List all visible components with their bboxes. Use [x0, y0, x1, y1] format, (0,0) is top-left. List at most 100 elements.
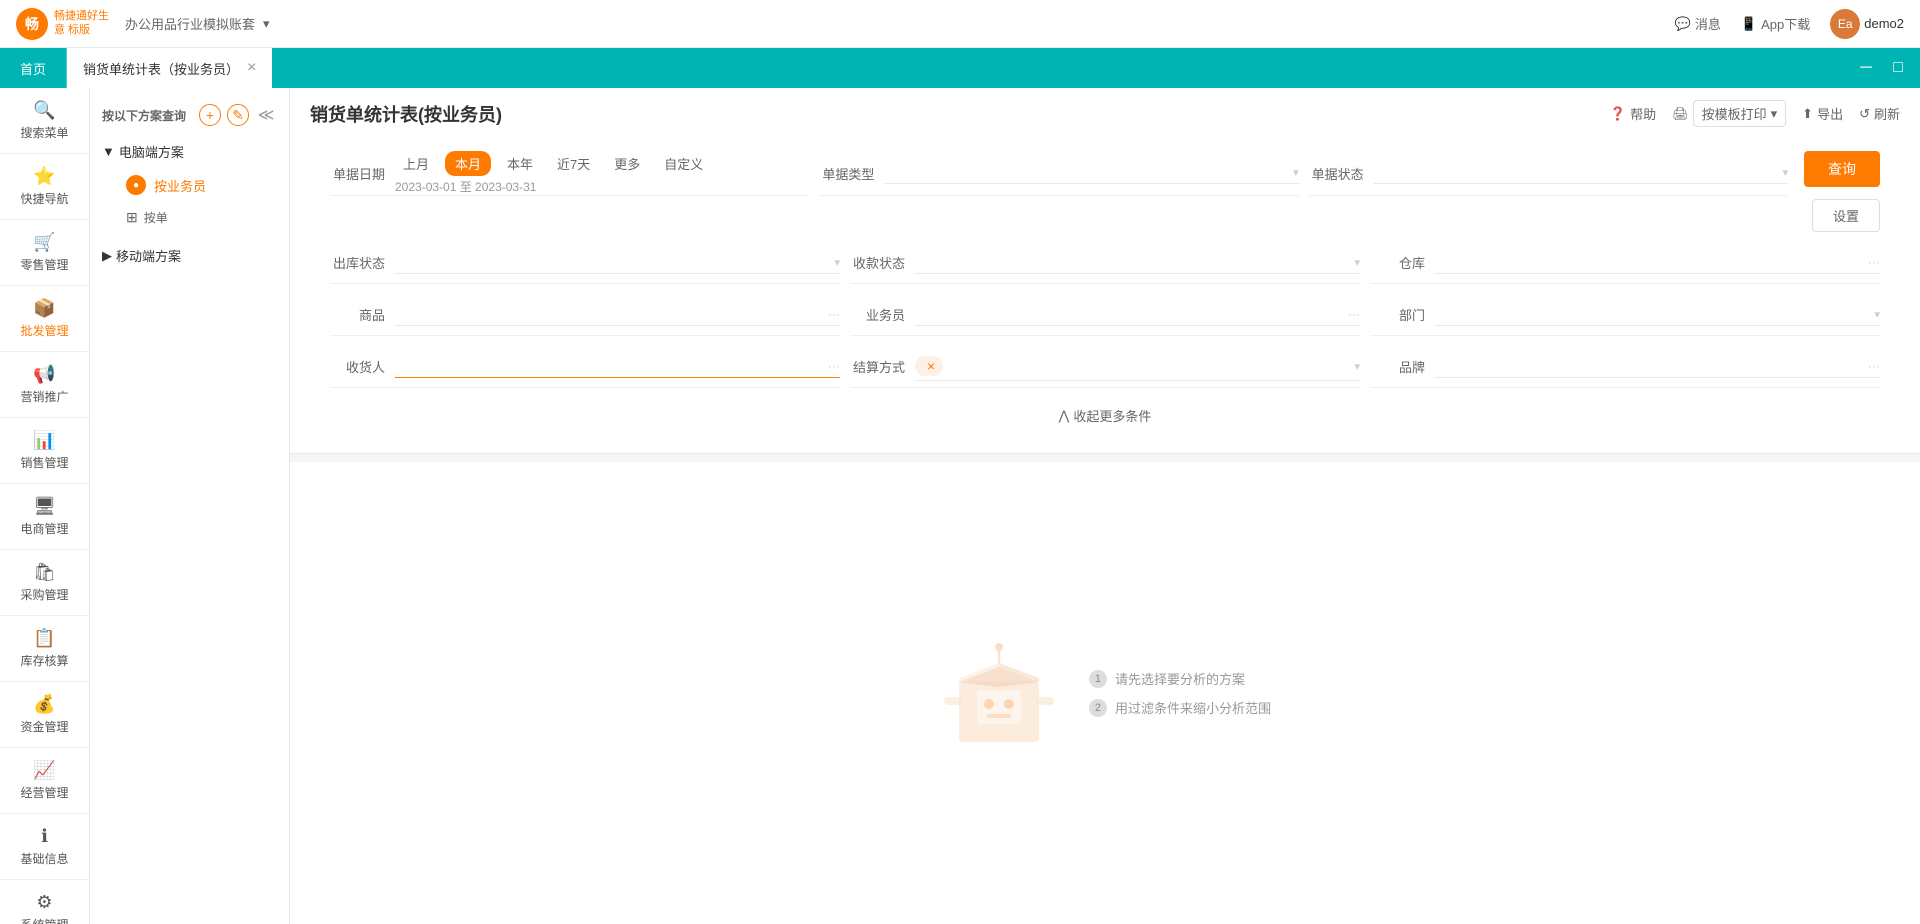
warehouse-ellipsis-icon[interactable]: ···: [1868, 255, 1880, 269]
filter-settlement-label: 结算方式: [850, 357, 915, 376]
tab-salesperson[interactable]: 销货单统计表（按业务员） ×: [67, 48, 272, 88]
filter-salesperson-label: 业务员: [850, 305, 915, 324]
date-btn-this-month[interactable]: 本月: [445, 151, 491, 176]
settlement-tag-close[interactable]: ×: [927, 358, 935, 374]
print-dropdown[interactable]: 按模板打印 ▾: [1693, 100, 1787, 127]
operations-icon: 📈: [33, 760, 55, 781]
filter-brand-select[interactable]: ···: [1435, 355, 1880, 378]
filter-doc-status-select[interactable]: ▾: [1374, 162, 1788, 184]
date-btn-custom[interactable]: 自定义: [656, 151, 711, 176]
system-icon: ⚙: [36, 892, 52, 913]
print-label: 按模板打印: [1702, 104, 1767, 123]
date-btn-7days[interactable]: 近7天: [549, 151, 598, 176]
scheme-add-btn[interactable]: +: [199, 104, 221, 126]
help-btn[interactable]: ❓ 帮助: [1610, 104, 1656, 123]
pc-scheme-items: ● 按业务员 ⊞ 按单: [90, 168, 289, 232]
logo-icon: 畅: [16, 8, 48, 40]
salesperson-ellipsis-icon[interactable]: ···: [1348, 307, 1360, 321]
sidebar-label-ecommerce: 电商管理: [20, 520, 68, 537]
app-download-btn[interactable]: 📱 App下载: [1741, 14, 1810, 33]
help-icon: ❓: [1610, 106, 1626, 122]
sidebar-item-shortcut[interactable]: ⭐ 快捷导航: [0, 154, 89, 220]
sidebar-item-inventory[interactable]: 📋 库存核算: [0, 616, 89, 682]
collapse-btn[interactable]: ⋀ 收起更多条件: [1059, 406, 1152, 425]
settings-button[interactable]: 设置: [1812, 199, 1880, 232]
filter-department-select[interactable]: ▾: [1435, 304, 1880, 326]
sidebar-label-basic: 基础信息: [20, 850, 68, 867]
message-btn[interactable]: 💬 消息: [1675, 14, 1721, 33]
tab-close-icon[interactable]: ×: [247, 60, 256, 76]
sidebar-item-operations[interactable]: 📈 经营管理: [0, 748, 89, 814]
filter-goods: 商品 ···: [330, 294, 840, 336]
sidebar-label-shortcut: 快捷导航: [20, 190, 68, 207]
filter-doc-type-select[interactable]: ▾: [884, 162, 1298, 184]
sidebar: 🔍 搜索菜单 ⭐ 快捷导航 🛒 零售管理 📦 批发管理 📢 营销推广 📊 销售管…: [0, 88, 90, 924]
salesperson-label: 按业务员: [154, 176, 206, 195]
scheme-edit-btn[interactable]: ✎: [227, 104, 249, 126]
settlement-tag: ×: [915, 356, 943, 376]
tip-num-1: 1: [1089, 670, 1107, 688]
empty-state: 1 请先选择要分析的方案 2 用过滤条件来缩小分析范围: [290, 462, 1920, 924]
filter-stock-status-select[interactable]: ▾: [395, 252, 840, 274]
query-button[interactable]: 查询: [1804, 151, 1880, 187]
marketing-icon: 📢: [33, 364, 55, 385]
goods-ellipsis-icon[interactable]: ···: [828, 307, 840, 321]
filter-department-label: 部门: [1370, 305, 1435, 324]
scheme-sub-item-order[interactable]: ⊞ 按单: [114, 203, 289, 232]
filter-salesperson-select[interactable]: ···: [915, 303, 1360, 326]
date-btn-more[interactable]: 更多: [606, 151, 648, 176]
purchase-icon: 🛍: [33, 562, 56, 583]
sidebar-item-wholesale[interactable]: 📦 批发管理: [0, 286, 89, 352]
main-layout: 🔍 搜索菜单 ⭐ 快捷导航 🛒 零售管理 📦 批发管理 📢 营销推广 📊 销售管…: [0, 88, 1920, 924]
user-profile[interactable]: Ea demo2: [1830, 9, 1904, 39]
mobile-scheme-header[interactable]: ▶ 移动端方案: [90, 240, 289, 271]
scheme-collapse-btn[interactable]: ≪: [255, 104, 277, 126]
filter-settlement-select[interactable]: × ▾: [915, 352, 1360, 381]
scheme-panel: 按以下方案查询 + ✎ ≪ ▼ 电脑端方案 ● 按业务员: [90, 88, 290, 924]
sidebar-item-retail[interactable]: 🛒 零售管理: [0, 220, 89, 286]
filter-payment-status-select[interactable]: ▾: [915, 252, 1360, 274]
minimize-btn[interactable]: ─: [1852, 54, 1880, 82]
sidebar-item-purchase[interactable]: 🛍 采购管理: [0, 550, 89, 616]
settlement-dropdown-icon: ▾: [1354, 360, 1360, 373]
doc-type-dropdown-icon: ▾: [1293, 166, 1299, 179]
pc-scheme-header[interactable]: ▼ 电脑端方案: [90, 136, 289, 167]
sidebar-item-marketing[interactable]: 📢 营销推广: [0, 352, 89, 418]
filter-doc-status: 单据状态 ▾: [1309, 151, 1788, 196]
print-chevron-icon: ▾: [1771, 106, 1778, 122]
print-btn[interactable]: 🖨 按模板打印 ▾: [1672, 100, 1786, 127]
breadcrumb-dropdown[interactable]: ▾: [263, 16, 270, 32]
export-btn[interactable]: ⬆ 导出: [1802, 104, 1843, 123]
brand-ellipsis-icon[interactable]: ···: [1868, 359, 1880, 373]
filter-warehouse-select[interactable]: ···: [1435, 251, 1880, 274]
scheme-actions: + ✎ ≪: [199, 104, 277, 126]
empty-tip-2: 2 用过滤条件来缩小分析范围: [1089, 698, 1271, 717]
page-actions: ❓ 帮助 🖨 按模板打印 ▾ ⬆: [1610, 100, 1900, 127]
sidebar-item-search[interactable]: 🔍 搜索菜单: [0, 88, 89, 154]
sidebar-item-basic[interactable]: ℹ 基础信息: [0, 814, 89, 880]
sidebar-item-ecommerce[interactable]: 🖥 电商管理: [0, 484, 89, 550]
date-btn-last-month[interactable]: 上月: [395, 151, 437, 176]
empty-tip-2-text: 用过滤条件来缩小分析范围: [1115, 698, 1271, 717]
sidebar-label-purchase: 采购管理: [20, 586, 68, 603]
receiver-ellipsis-icon[interactable]: ···: [828, 359, 840, 373]
department-dropdown-icon: ▾: [1874, 308, 1880, 321]
salesperson-dot: ●: [126, 175, 146, 195]
scheme-title: 按以下方案查询: [102, 107, 186, 124]
export-label: 导出: [1817, 104, 1843, 123]
date-btn-this-year[interactable]: 本年: [499, 151, 541, 176]
sidebar-label-inventory: 库存核算: [20, 652, 68, 669]
sidebar-item-sales[interactable]: 📊 销售管理: [0, 418, 89, 484]
filter-receiver-label: 收货人: [330, 357, 395, 376]
maximize-btn[interactable]: □: [1884, 54, 1912, 82]
filter-department: 部门 ▾: [1370, 294, 1880, 336]
refresh-btn[interactable]: ↺ 刷新: [1859, 104, 1900, 123]
sidebar-item-system[interactable]: ⚙ 系统管理: [0, 880, 89, 924]
sidebar-item-finance[interactable]: 💰 资金管理: [0, 682, 89, 748]
empty-icon-wrap: [939, 632, 1059, 755]
logo-text: 畅捷通好生意 标版: [54, 10, 109, 36]
filter-receiver-input[interactable]: ···: [395, 355, 840, 378]
scheme-item-salesperson[interactable]: ● 按业务员: [118, 168, 285, 202]
tab-home[interactable]: 首页: [0, 48, 67, 88]
filter-goods-select[interactable]: ···: [395, 303, 840, 326]
